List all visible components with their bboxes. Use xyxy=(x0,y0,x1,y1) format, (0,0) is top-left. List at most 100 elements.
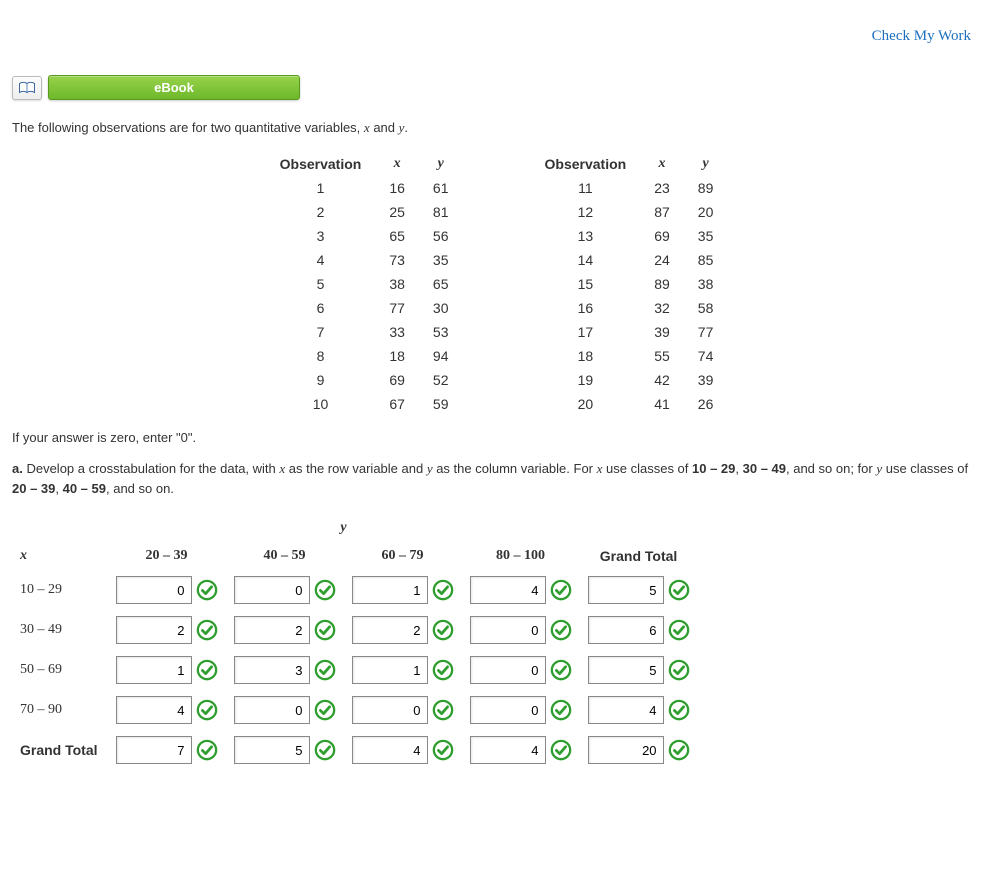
obs-header-left: Observation xyxy=(266,152,376,176)
correct-check-icon xyxy=(432,659,454,681)
intro-suffix: . xyxy=(404,120,408,135)
qa-c1: 10 – 29 xyxy=(692,461,735,476)
correct-check-icon xyxy=(196,579,218,601)
crosstab-row: 50 – 69 xyxy=(12,650,698,690)
obs-n: 18 xyxy=(531,344,641,368)
obs-y: 56 xyxy=(419,224,463,248)
crosstab-row-label: 70 – 90 xyxy=(12,690,108,730)
obs-y: 35 xyxy=(419,248,463,272)
crosstab-input[interactable] xyxy=(234,616,310,644)
crosstab-input[interactable] xyxy=(588,576,664,604)
correct-check-icon xyxy=(668,699,690,721)
obs-n: 12 xyxy=(531,200,641,224)
correct-check-icon xyxy=(668,619,690,641)
crosstab-input[interactable] xyxy=(470,576,546,604)
crosstab-input[interactable] xyxy=(234,576,310,604)
obs-x: 55 xyxy=(640,344,684,368)
crosstab-input[interactable] xyxy=(352,576,428,604)
crosstab-col-2: 60 – 79 xyxy=(344,542,462,570)
crosstab-grand-total-head: Grand Total xyxy=(580,542,698,570)
obs-x: 69 xyxy=(640,224,684,248)
obs-header-right: Observation xyxy=(531,152,641,176)
correct-check-icon xyxy=(432,579,454,601)
obs-x: 18 xyxy=(375,344,419,368)
correct-check-icon xyxy=(196,619,218,641)
crosstab-input[interactable] xyxy=(352,736,428,764)
obs-n: 7 xyxy=(266,320,376,344)
correct-check-icon xyxy=(550,739,572,761)
crosstab-col-3: 80 – 100 xyxy=(462,542,580,570)
obs-y: 30 xyxy=(419,296,463,320)
obs-y: 59 xyxy=(419,392,463,416)
crosstab-input[interactable] xyxy=(116,656,192,684)
crosstab-input[interactable] xyxy=(470,656,546,684)
obs-row: 67730163258 xyxy=(266,296,728,320)
crosstab-input[interactable] xyxy=(352,696,428,724)
ebook-toolbar: eBook xyxy=(12,75,981,100)
obs-header-y-left: y xyxy=(419,152,463,176)
crosstab-input[interactable] xyxy=(234,656,310,684)
obs-y: 38 xyxy=(684,272,728,296)
obs-x: 77 xyxy=(375,296,419,320)
obs-y: 58 xyxy=(684,296,728,320)
crosstab-input[interactable] xyxy=(588,656,664,684)
obs-x: 38 xyxy=(375,272,419,296)
obs-y: 52 xyxy=(419,368,463,392)
obs-y: 74 xyxy=(684,344,728,368)
intro-prefix: The following observations are for two q… xyxy=(12,120,364,135)
crosstab-input[interactable] xyxy=(116,616,192,644)
obs-header-x-left: x xyxy=(375,152,419,176)
crosstab-input[interactable] xyxy=(352,616,428,644)
correct-check-icon xyxy=(668,579,690,601)
book-icon[interactable] xyxy=(12,76,42,100)
obs-header-y-right: y xyxy=(684,152,728,176)
crosstab-input[interactable] xyxy=(116,696,192,724)
obs-y: 85 xyxy=(684,248,728,272)
obs-y: 81 xyxy=(419,200,463,224)
ebook-button[interactable]: eBook xyxy=(48,75,300,100)
obs-n: 6 xyxy=(266,296,376,320)
obs-n: 5 xyxy=(266,272,376,296)
crosstab-input[interactable] xyxy=(352,656,428,684)
correct-check-icon xyxy=(196,739,218,761)
correct-check-icon xyxy=(196,699,218,721)
obs-n: 2 xyxy=(266,200,376,224)
qa-p4: use classes of xyxy=(602,461,692,476)
crosstab-input[interactable] xyxy=(234,736,310,764)
crosstab-input[interactable] xyxy=(234,696,310,724)
obs-row: 47335142485 xyxy=(266,248,728,272)
obs-y: 65 xyxy=(419,272,463,296)
correct-check-icon xyxy=(668,739,690,761)
obs-n: 3 xyxy=(266,224,376,248)
correct-check-icon xyxy=(550,699,572,721)
obs-row: 22581128720 xyxy=(266,200,728,224)
correct-check-icon xyxy=(432,699,454,721)
obs-x: 39 xyxy=(640,320,684,344)
obs-row: 81894185574 xyxy=(266,344,728,368)
crosstab-row-label: 10 – 29 xyxy=(12,570,108,610)
correct-check-icon xyxy=(432,619,454,641)
intro-mid: and xyxy=(370,120,399,135)
qa-p9: , and so on. xyxy=(106,481,174,496)
crosstab-input[interactable] xyxy=(588,616,664,644)
obs-x: 24 xyxy=(640,248,684,272)
obs-y: 53 xyxy=(419,320,463,344)
obs-n: 15 xyxy=(531,272,641,296)
qa-p5: , xyxy=(735,461,742,476)
obs-n: 20 xyxy=(531,392,641,416)
obs-n: 9 xyxy=(266,368,376,392)
obs-n: 19 xyxy=(531,368,641,392)
crosstab-grand-row: Grand Total xyxy=(12,730,698,770)
correct-check-icon xyxy=(314,659,336,681)
obs-x: 41 xyxy=(640,392,684,416)
crosstab-input[interactable] xyxy=(470,696,546,724)
crosstab-input[interactable] xyxy=(588,696,664,724)
crosstab-input[interactable] xyxy=(470,736,546,764)
obs-y: 20 xyxy=(684,200,728,224)
crosstab-input[interactable] xyxy=(470,616,546,644)
crosstab-input[interactable] xyxy=(116,576,192,604)
crosstab-input[interactable] xyxy=(588,736,664,764)
correct-check-icon xyxy=(314,619,336,641)
check-my-work-link[interactable]: Check My Work xyxy=(872,28,971,44)
crosstab-input[interactable] xyxy=(116,736,192,764)
